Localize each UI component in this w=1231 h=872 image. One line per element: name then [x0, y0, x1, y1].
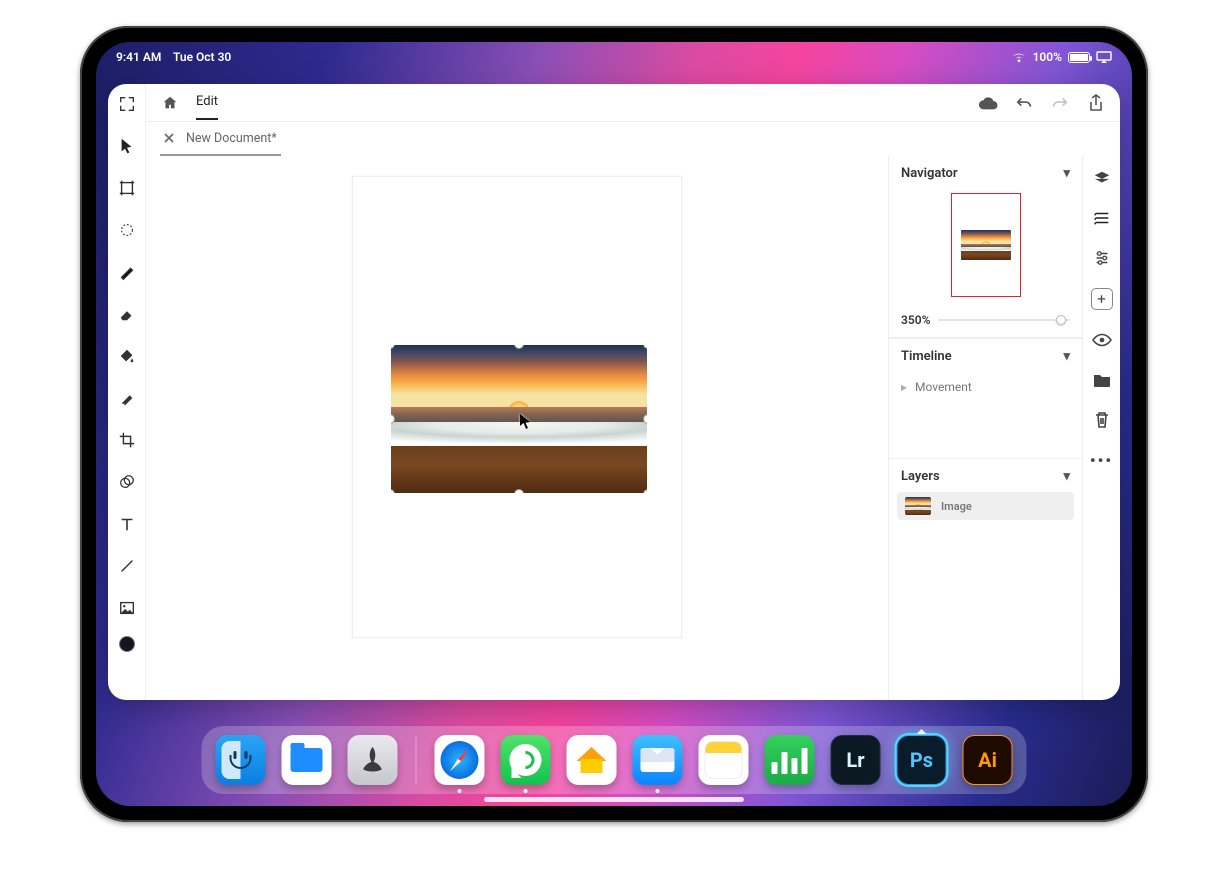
color-swatch[interactable]	[119, 636, 135, 652]
chevron-down-icon[interactable]: ▾	[1063, 469, 1070, 484]
resize-handle[interactable]	[643, 489, 647, 493]
cursor-icon	[519, 413, 533, 435]
fill-tool-icon[interactable]	[117, 346, 137, 366]
status-date: Tue Oct 30	[173, 50, 231, 64]
dock-safari[interactable]	[435, 735, 485, 785]
close-document-icon[interactable]	[162, 131, 176, 145]
top-toolbar: Edit	[146, 84, 1120, 122]
home-indicator[interactable]	[484, 797, 744, 802]
adjustments-icon[interactable]	[1092, 248, 1112, 268]
dock-photoshop[interactable]: Ps	[897, 735, 947, 785]
battery-icon	[1068, 52, 1090, 63]
status-bar: 9:41 AM Tue Oct 30 100%	[96, 42, 1132, 72]
layer-name: Image	[941, 500, 972, 513]
resize-handle[interactable]	[514, 489, 524, 493]
selected-image[interactable]	[391, 345, 647, 493]
text-tool-icon[interactable]	[117, 514, 137, 534]
screen-mirror-icon	[1096, 51, 1112, 63]
battery-percent: 100%	[1033, 50, 1062, 64]
layers-panel-header[interactable]: Layers ▾	[889, 458, 1082, 492]
dock-lightroom[interactable]: Lr	[831, 735, 881, 785]
dock-illustrator-label: Ai	[978, 748, 997, 772]
dock-whatsapp[interactable]	[501, 735, 551, 785]
resize-handle[interactable]	[643, 414, 647, 424]
timeline-item-label: Movement	[915, 380, 972, 394]
navigator-panel-header[interactable]: Navigator ▾	[889, 156, 1082, 189]
smudge-tool-icon[interactable]	[117, 388, 137, 408]
eraser-tool-icon[interactable]	[117, 304, 137, 324]
redo-button[interactable]	[1050, 93, 1070, 113]
layers-title: Layers	[901, 469, 940, 484]
tab-edit[interactable]: Edit	[196, 94, 218, 120]
dock-files[interactable]	[282, 735, 332, 785]
zoom-value: 350%	[901, 313, 930, 327]
lasso-tool-icon[interactable]	[117, 220, 137, 240]
image-tool-icon[interactable]	[117, 598, 137, 618]
play-icon: ▸	[901, 380, 907, 394]
layer-item[interactable]: Image	[897, 492, 1074, 520]
artboard-tool-icon[interactable]	[117, 178, 137, 198]
folder-icon[interactable]	[1092, 370, 1112, 390]
dock-lightroom-label: Lr	[846, 748, 864, 772]
home-button[interactable]	[160, 93, 180, 113]
select-tool-icon[interactable]	[117, 136, 137, 156]
layer-thumbnail	[905, 497, 931, 515]
navigator-thumbnail[interactable]	[951, 193, 1021, 297]
document-tab[interactable]: New Document*	[160, 131, 281, 156]
artboard[interactable]	[352, 176, 682, 638]
chevron-down-icon[interactable]: ▾	[1063, 166, 1070, 181]
panel-stack-icon[interactable]	[1092, 208, 1112, 228]
dock-finder[interactable]	[216, 735, 266, 785]
undo-button[interactable]	[1014, 93, 1034, 113]
zoom-slider[interactable]	[938, 319, 1070, 321]
dock-illustrator[interactable]: Ai	[963, 735, 1013, 785]
timeline-title: Timeline	[901, 349, 952, 364]
navigator-title: Navigator	[901, 166, 958, 181]
expand-icon[interactable]	[117, 94, 137, 114]
add-button[interactable]: +	[1091, 288, 1113, 310]
dock-photoshop-label: Ps	[910, 748, 933, 772]
dock-notes[interactable]	[699, 735, 749, 785]
status-time: 9:41 AM	[116, 50, 161, 64]
canvas-area[interactable]	[146, 156, 888, 700]
status-time-date: 9:41 AM Tue Oct 30	[116, 50, 231, 64]
document-name: New Document*	[186, 131, 277, 146]
shape-tool-icon[interactable]	[117, 472, 137, 492]
visibility-icon[interactable]	[1092, 330, 1112, 350]
more-icon[interactable]: •••	[1092, 450, 1112, 470]
dock-launchpad[interactable]	[348, 735, 398, 785]
brush-tool-icon[interactable]	[117, 262, 137, 282]
dock-home[interactable]	[567, 735, 617, 785]
dock: Lr Ps Ai	[202, 726, 1027, 794]
timeline-panel-header[interactable]: Timeline ▾	[889, 338, 1082, 372]
wifi-icon	[1011, 51, 1027, 63]
tools-sidebar	[108, 84, 146, 700]
share-button[interactable]	[1086, 93, 1106, 113]
timeline-item[interactable]: ▸ Movement	[889, 372, 1082, 410]
dock-numbers[interactable]	[765, 735, 815, 785]
layers-icon[interactable]	[1092, 168, 1112, 188]
line-tool-icon[interactable]	[117, 556, 137, 576]
crop-tool-icon[interactable]	[117, 430, 137, 450]
trash-icon[interactable]	[1092, 410, 1112, 430]
app-window: Edit New Document*	[108, 84, 1120, 700]
chevron-down-icon[interactable]: ▾	[1063, 349, 1070, 364]
dock-mail[interactable]	[633, 735, 683, 785]
cloud-icon[interactable]	[978, 93, 998, 113]
